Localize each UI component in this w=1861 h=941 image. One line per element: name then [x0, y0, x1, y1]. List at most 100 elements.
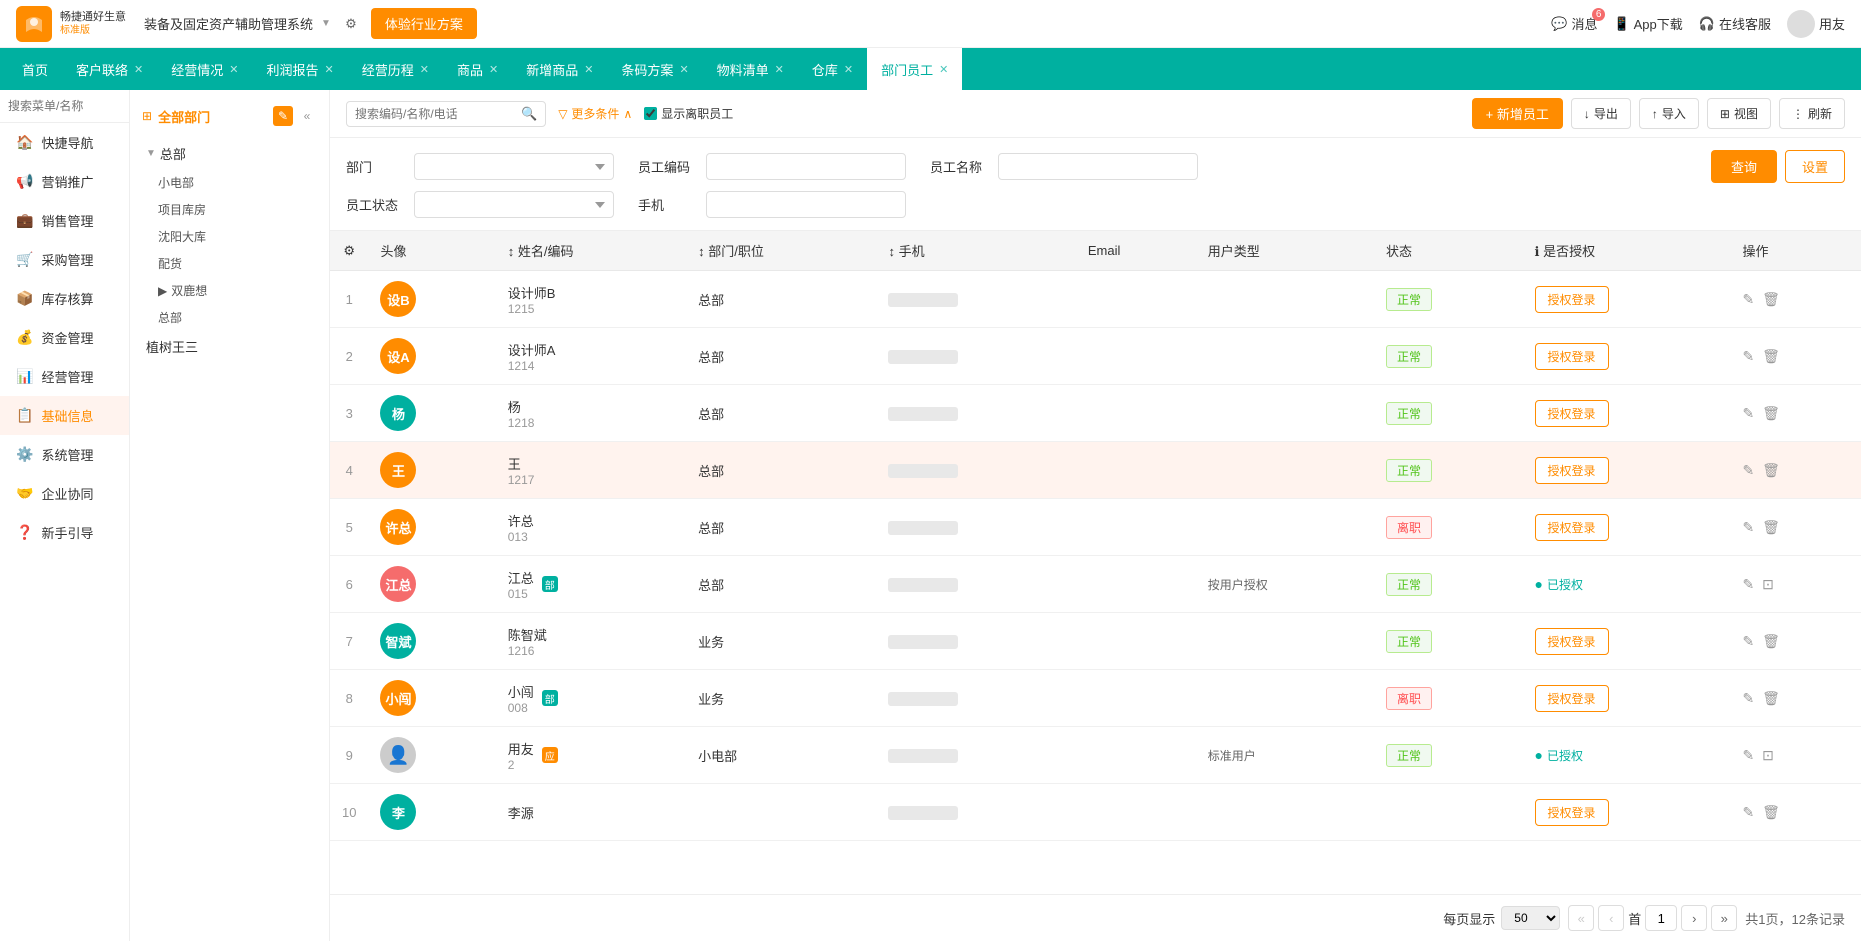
dept-tree-item-shuanglu[interactable]: ▶ 双鹿想 — [146, 277, 329, 304]
auth-btn[interactable]: 授权登录 — [1535, 400, 1609, 427]
trial-button[interactable]: 体验行业方案 — [371, 8, 477, 39]
sidebar-item-enterprise[interactable]: 🤝 企业协同 — [0, 474, 129, 513]
dept-tree-item-xiangmukufang[interactable]: 项目库房 — [146, 196, 329, 223]
filter-empname-input[interactable] — [998, 153, 1198, 180]
tab-close-icon[interactable]: ✕ — [775, 63, 784, 76]
tab-close-icon[interactable]: ✕ — [134, 63, 143, 76]
sidebar-item-operations[interactable]: 📊 经营管理 — [0, 357, 129, 396]
tab-close-icon[interactable]: ✕ — [584, 63, 593, 76]
tab-close-icon[interactable]: ✕ — [420, 63, 429, 76]
tab-customer[interactable]: 客户联络 ✕ — [62, 48, 157, 90]
tab-close-icon[interactable]: ✕ — [325, 63, 334, 76]
auth-btn[interactable]: 授权登录 — [1535, 457, 1609, 484]
delete-icon[interactable]: 🗑 — [1762, 462, 1780, 479]
dept-tree-item-zhishu[interactable]: 植树王三 — [130, 331, 329, 362]
more-button[interactable]: ⋮ 刷新 — [1779, 98, 1845, 129]
tab-profit[interactable]: 利润报告 ✕ — [252, 48, 347, 90]
first-page-button[interactable]: « — [1568, 905, 1594, 931]
current-page-input[interactable] — [1645, 905, 1677, 931]
show-dismissed-input[interactable] — [644, 107, 657, 120]
app-download-button[interactable]: 📱 App下载 — [1613, 14, 1682, 33]
view-button[interactable]: ⊞ 视图 — [1707, 98, 1771, 129]
col-phone[interactable]: ↕ 手机 — [876, 231, 1075, 271]
setting-button[interactable]: 设置 — [1785, 150, 1845, 183]
filter-phone-input[interactable] — [706, 191, 906, 218]
import-button[interactable]: ↑ 导入 — [1639, 98, 1699, 129]
tab-dept-staff[interactable]: 部门员工 ✕ — [867, 48, 962, 90]
dept-tree-item-zongbu-root[interactable]: ▼ 总部 — [130, 138, 329, 169]
auth-btn[interactable]: 授权登录 — [1535, 286, 1609, 313]
delete-icon[interactable]: 🗑 — [1762, 804, 1780, 821]
show-dismissed-checkbox[interactable]: 显示离职员工 — [644, 105, 733, 122]
edit-icon[interactable]: ✎ — [1742, 348, 1754, 365]
dept-tree-item-zongbu[interactable]: 总部 — [146, 304, 329, 331]
sidebar-item-quick-nav[interactable]: 🏠 快捷导航 — [0, 123, 129, 162]
delete-icon[interactable]: 🗑 — [1762, 519, 1780, 536]
per-page-select[interactable]: 50 20 100 — [1501, 906, 1560, 930]
auth-btn[interactable]: 授权登录 — [1535, 799, 1609, 826]
tab-goods[interactable]: 商品 ✕ — [443, 48, 512, 90]
filter-status-select[interactable] — [414, 191, 614, 218]
tab-barcode[interactable]: 条码方案 ✕ — [607, 48, 702, 90]
auth-btn[interactable]: 授权登录 — [1535, 343, 1609, 370]
prev-page-button[interactable]: ‹ — [1598, 905, 1624, 931]
sidebar-item-finance[interactable]: 💰 资金管理 — [0, 318, 129, 357]
edit-icon[interactable]: ✎ — [1742, 462, 1754, 479]
search-button[interactable]: 查询 — [1711, 150, 1777, 183]
tab-journey[interactable]: 经营历程 ✕ — [348, 48, 443, 90]
sidebar-item-inventory[interactable]: 📦 库存核算 — [0, 279, 129, 318]
sidebar-item-basic-info[interactable]: 📋 基础信息 — [0, 396, 129, 435]
dept-tree-item-shenyang[interactable]: 沈阳大库 — [146, 223, 329, 250]
dept-tree-item-xiaodibu[interactable]: 小电部 — [146, 169, 329, 196]
sidebar-item-purchase[interactable]: 🛒 采购管理 — [0, 240, 129, 279]
edit-icon[interactable]: ✎ — [1742, 690, 1754, 707]
dept-tree-item-peihuo[interactable]: 配货 — [146, 250, 329, 277]
next-page-button[interactable]: › — [1681, 905, 1707, 931]
edit-icon[interactable]: ✎ — [1742, 519, 1754, 536]
sidebar-item-guide[interactable]: ❓ 新手引导 — [0, 513, 129, 552]
tab-close-icon[interactable]: ✕ — [844, 63, 853, 76]
dept-collapse-icon[interactable]: « — [297, 106, 317, 126]
auth-btn[interactable]: 授权登录 — [1535, 685, 1609, 712]
add-employee-button[interactable]: + 新增员工 — [1472, 98, 1563, 129]
sidebar-item-sales[interactable]: 💼 销售管理 — [0, 201, 129, 240]
tab-operations[interactable]: 经营情况 ✕ — [157, 48, 252, 90]
sidebar-search-input[interactable] — [8, 99, 130, 113]
edit-icon[interactable]: ✎ — [1742, 747, 1754, 764]
edit-icon[interactable]: ✎ — [1742, 291, 1754, 308]
filter-empcode-input[interactable] — [706, 153, 906, 180]
auth-btn[interactable]: 授权登录 — [1535, 514, 1609, 541]
delete-icon[interactable]: 🗑 — [1762, 348, 1780, 365]
delete-icon[interactable]: 🗑 — [1762, 405, 1780, 422]
copy-icon[interactable]: ⊡ — [1762, 747, 1774, 764]
last-page-button[interactable]: » — [1711, 905, 1737, 931]
sidebar-item-marketing[interactable]: 📢 营销推广 — [0, 162, 129, 201]
filter-dept-select[interactable] — [414, 153, 614, 180]
user-menu[interactable]: 用友 — [1787, 10, 1845, 38]
sidebar-item-system[interactable]: ⚙️ 系统管理 — [0, 435, 129, 474]
edit-icon[interactable]: ✎ — [1742, 576, 1754, 593]
settings-icon[interactable]: ⚙ — [339, 12, 363, 36]
system-dropdown-icon[interactable]: ▼ — [321, 18, 331, 29]
service-button[interactable]: 🎧 在线客服 — [1699, 14, 1771, 33]
edit-icon[interactable]: ✎ — [1742, 804, 1754, 821]
message-button[interactable]: 💬 消息 6 — [1551, 14, 1597, 33]
tab-close-icon[interactable]: ✕ — [489, 63, 498, 76]
delete-icon[interactable]: 🗑 — [1762, 690, 1780, 707]
search-input[interactable] — [355, 107, 515, 121]
delete-icon[interactable]: 🗑 — [1762, 291, 1780, 308]
copy-icon[interactable]: ⊡ — [1762, 576, 1774, 593]
delete-icon[interactable]: 🗑 — [1762, 633, 1780, 650]
tab-close-icon[interactable]: ✕ — [679, 63, 688, 76]
tab-home[interactable]: 首页 — [8, 48, 62, 90]
col-dept-position[interactable]: ↕ 部门/职位 — [686, 231, 876, 271]
tab-close-icon[interactable]: ✕ — [229, 63, 238, 76]
export-button[interactable]: ↓ 导出 — [1571, 98, 1631, 129]
filter-more-button[interactable]: ▽ 更多条件 ∧ — [558, 105, 632, 122]
col-name-code[interactable]: ↕ 姓名/编码 — [496, 231, 686, 271]
tab-bom[interactable]: 物料清单 ✕ — [703, 48, 798, 90]
edit-icon[interactable]: ✎ — [1742, 405, 1754, 422]
dept-edit-icon[interactable]: ✎ — [273, 106, 293, 126]
tab-close-icon[interactable]: ✕ — [939, 63, 948, 76]
col-settings[interactable]: ⚙ — [330, 231, 368, 271]
